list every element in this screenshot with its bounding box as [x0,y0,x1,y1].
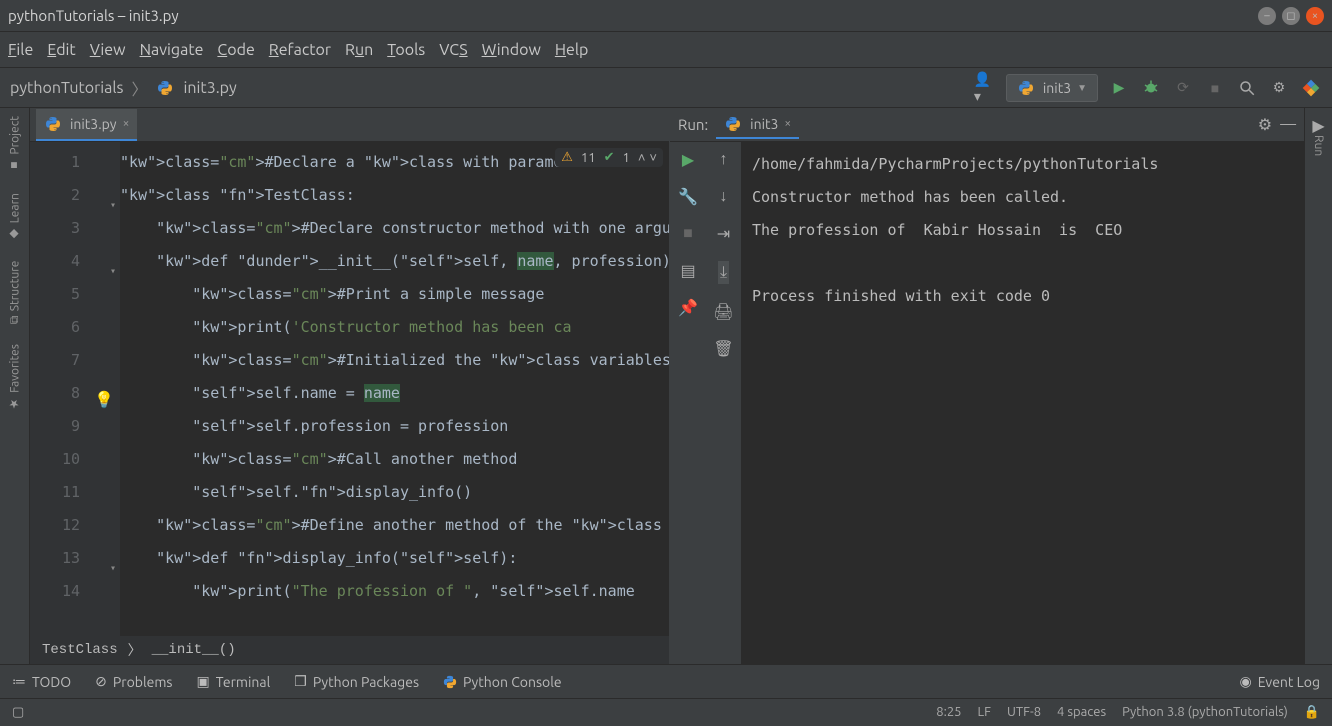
code-area[interactable]: "kw">class="cm">#Declare a "kw">class wi… [120,142,669,636]
trash-icon[interactable]: 🗑 [713,339,733,358]
breadcrumb-project[interactable]: pythonTutorials [10,79,123,97]
search-icon[interactable] [1236,77,1258,99]
run-tab[interactable]: init3 × [716,111,799,139]
editor-tabs: init3.py × [30,108,669,142]
editor-tab-label: init3.py [70,116,117,132]
menu-refactor[interactable]: Refactor [269,41,331,59]
rerun-icon[interactable]: ▶ [682,150,694,169]
close-button[interactable]: × [1306,7,1324,25]
chevron-down-icon: ▼ [1077,82,1087,94]
stripe-run[interactable]: Run [1312,135,1325,156]
debug-button[interactable] [1140,77,1162,99]
bottom-bar: ≔ TODO ⊘ Problems ▣ Terminal ❒ Python Pa… [0,664,1332,698]
stripe-favorites[interactable]: ★Favorites [8,344,22,411]
python-file-icon [724,115,742,133]
right-tool-stripe: ▶ Run [1304,108,1332,664]
up-icon[interactable]: ↑ [720,150,728,169]
python-file-icon [44,115,62,133]
run-button[interactable]: ▶ [1108,77,1130,99]
close-run-tab-icon[interactable]: × [784,117,791,130]
toolbar: pythonTutorials 〉 init3.py 👤▾ init3 ▼ ▶ … [0,68,1332,108]
menu-edit[interactable]: Edit [47,41,75,59]
python-file-icon [1017,79,1035,97]
window-controls: – ◻ × [1258,7,1324,25]
bb-terminal[interactable]: ▣ Terminal [197,673,271,690]
gear-icon[interactable]: ⚙ [1258,115,1272,134]
breadcrumb: pythonTutorials 〉 init3.py [10,76,237,100]
maximize-button[interactable]: ◻ [1282,7,1300,25]
menubar: File Edit View Navigate Code Refactor Ru… [0,32,1332,68]
bb-packages[interactable]: ❒ Python Packages [294,673,419,690]
menu-tools[interactable]: Tools [387,41,425,59]
stripe-project[interactable]: ■Project [8,116,22,173]
pin-icon[interactable]: 📌 [678,298,698,317]
inspection-widget[interactable]: ⚠11 ✔1 ˄˅ [555,148,663,167]
bb-eventlog[interactable]: ◉ Event Log [1239,673,1320,690]
settings-icon[interactable]: ⚙ [1268,77,1290,99]
menu-run[interactable]: Run [345,41,373,59]
main-area: ■Project ◆Learn ⧉Structure ★Favorites in… [0,108,1332,664]
hide-panel-icon[interactable]: — [1280,115,1296,134]
stop-button[interactable]: ■ [1204,77,1226,99]
gutter: 1 2▾ 3 4▾ 5 6 7 8💡 9 10 11 12 13▾ 14 [30,142,120,636]
menu-navigate[interactable]: Navigate [140,41,204,59]
run-config-name: init3 [1043,80,1071,96]
chevron-right-icon: 〉 [131,76,147,100]
prev-highlight-icon[interactable]: ˄ [638,150,646,165]
plugin-icon[interactable] [1300,77,1322,99]
run-config-selector[interactable]: init3 ▼ [1006,74,1098,102]
titlebar: pythonTutorials – init3.py – ◻ × [0,0,1332,32]
editor-breadcrumb[interactable]: TestClass 〉 __init__() [30,636,669,664]
wrench-icon[interactable]: 🔧 [678,187,698,206]
menu-file[interactable]: File [8,41,33,59]
menu-vcs[interactable]: VCS [439,41,467,59]
stripe-structure[interactable]: ⧉Structure [8,261,22,324]
next-highlight-icon[interactable]: ˅ [649,150,657,165]
bb-todo[interactable]: ≔ TODO [12,673,71,690]
status-bar: ▢ 8:25 LF UTF-8 4 spaces Python 3.8 (pyt… [0,698,1332,726]
bb-console[interactable]: Python Console [443,674,562,690]
menu-code[interactable]: Code [217,41,254,59]
left-tool-stripe: ■Project ◆Learn ⧉Structure ★Favorites [0,108,30,664]
close-tab-icon[interactable]: × [123,117,130,130]
run-left-toolbar: ▶ 🔧 ■ ▤ 📌 [670,142,706,664]
coverage-button[interactable]: ⟳ [1172,77,1194,99]
console-output[interactable]: /home/fahmida/PycharmProjects/pythonTuto… [742,142,1304,664]
soft-wrap-icon[interactable]: ⇥ [717,224,730,243]
run-header: Run: init3 × ⚙ — [670,108,1304,142]
run-pane: Run: init3 × ⚙ — ▶ 🔧 ■ ▤ [670,108,1304,664]
run-title: Run: [678,116,708,133]
python-file-icon [156,79,174,97]
editor-pane: init3.py × 1 2▾ 3 4▾ 5 6 7 8💡 9 10 11 [30,108,670,664]
stop-run-icon[interactable]: ■ [683,224,693,243]
print-icon[interactable]: 🖨 [713,302,733,321]
editor-tab-init3[interactable]: init3.py × [36,109,137,141]
stripe-learn[interactable]: ◆Learn [8,193,22,241]
breadcrumb-file[interactable]: init3.py [184,79,237,97]
menu-help[interactable]: Help [555,41,589,59]
warning-icon: ⚠ [561,150,573,165]
check-icon: ✔ [604,150,615,165]
minimize-button[interactable]: – [1258,7,1276,25]
expand-right-icon[interactable]: ▶ [1312,116,1324,135]
user-icon[interactable]: 👤▾ [974,77,996,99]
editor-body[interactable]: 1 2▾ 3 4▾ 5 6 7 8💡 9 10 11 12 13▾ 14 "kw… [30,142,669,636]
window-title: pythonTutorials – init3.py [8,7,1258,24]
down-icon[interactable]: ↓ [720,187,728,206]
bb-problems[interactable]: ⊘ Problems [95,673,172,690]
menu-view[interactable]: View [90,41,126,59]
run-mid-toolbar: ↑ ↓ ⇥ ⤓ 🖨 🗑 [706,142,742,664]
scroll-end-icon[interactable]: ⤓ [718,261,729,284]
chevron-right-icon: 〉 [128,640,142,660]
layout-icon[interactable]: ▤ [680,261,695,280]
menu-window[interactable]: Window [482,41,541,59]
